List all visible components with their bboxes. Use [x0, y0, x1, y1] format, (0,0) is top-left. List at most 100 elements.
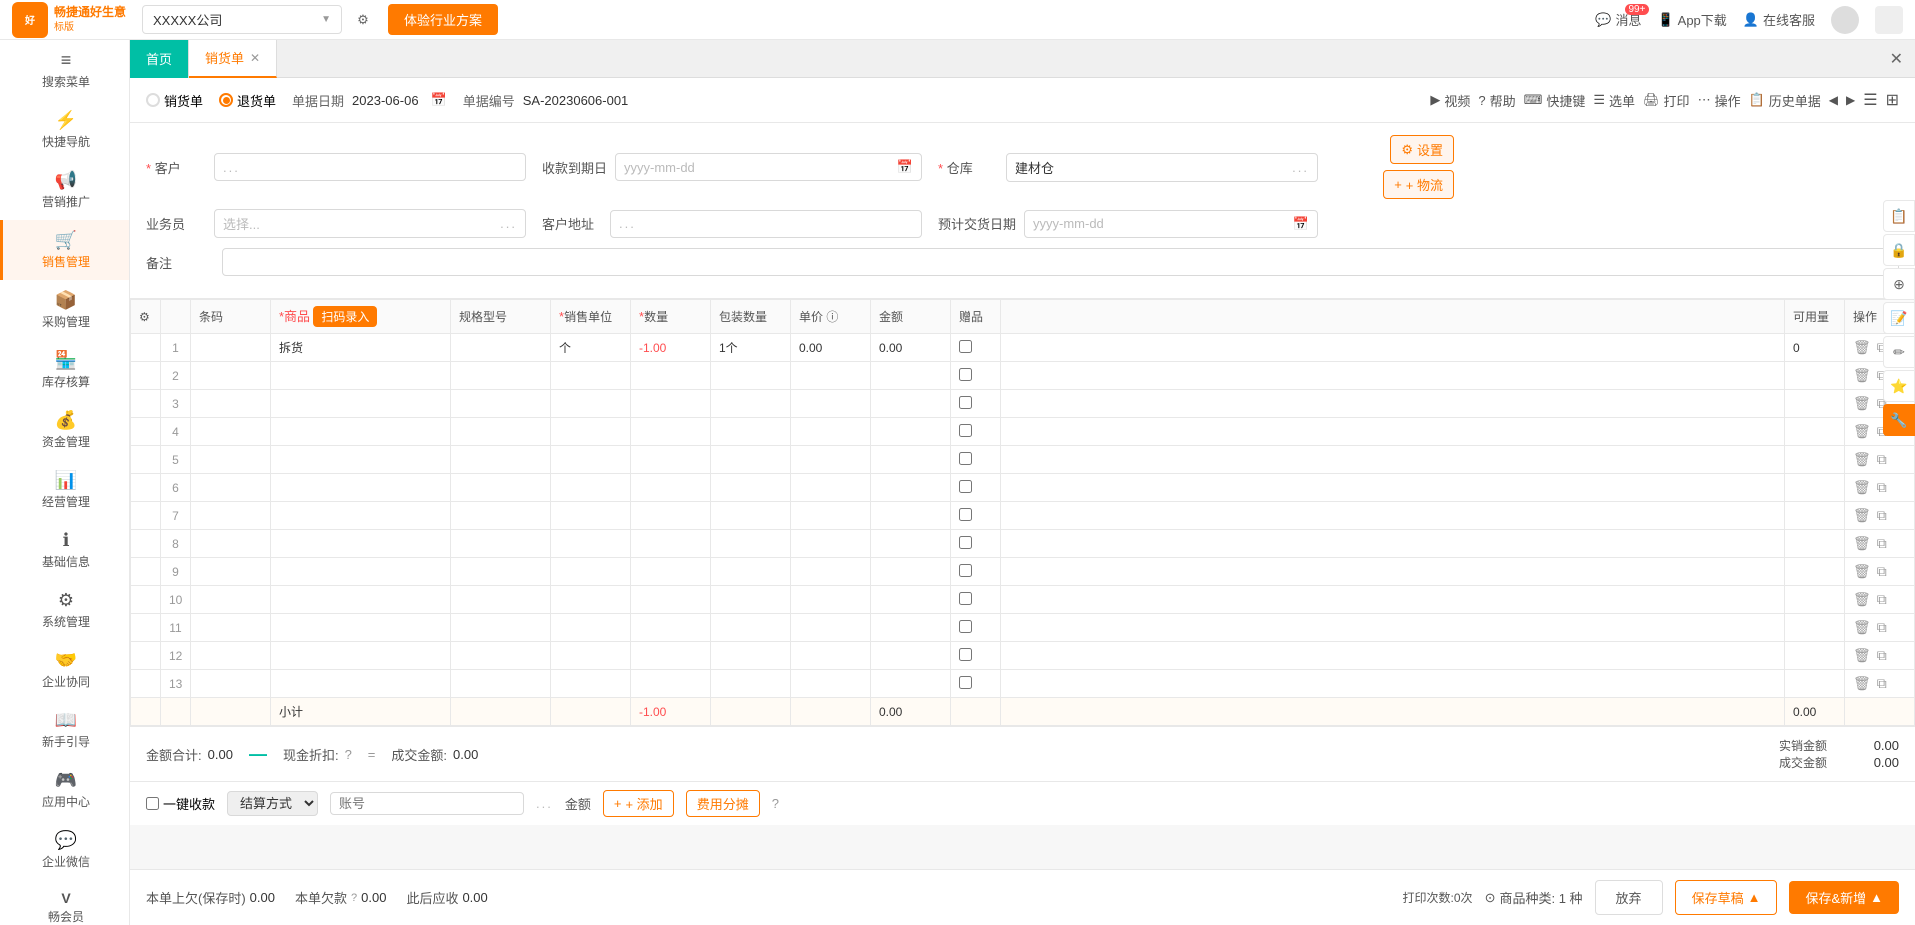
- delete-icon[interactable]: 🗑: [1853, 451, 1871, 468]
- copy-icon[interactable]: ⧉: [1877, 479, 1887, 496]
- help-button[interactable]: ? 帮助: [1478, 91, 1515, 110]
- product-1[interactable]: 拆货: [271, 334, 451, 362]
- delete-icon[interactable]: 🗑: [1853, 507, 1871, 524]
- list-view-button[interactable]: ☰: [1863, 90, 1877, 110]
- delete-icon[interactable]: 🗑: [1853, 647, 1871, 664]
- delete-icon[interactable]: 🗑: [1853, 423, 1871, 440]
- expected-date-calendar-icon[interactable]: 📅: [1293, 216, 1309, 232]
- spec-1[interactable]: [451, 334, 551, 362]
- video-button[interactable]: ▶ 视频: [1430, 91, 1470, 110]
- fee-help-icon[interactable]: ?: [772, 796, 779, 811]
- gift-checkbox[interactable]: [959, 396, 972, 409]
- gift-checkbox[interactable]: [959, 536, 972, 549]
- gift-checkbox[interactable]: [959, 592, 972, 605]
- th-settings[interactable]: ⚙: [131, 300, 161, 334]
- sidebar-item-inventory[interactable]: 🏪 库存核算: [0, 340, 129, 400]
- delete-icon[interactable]: 🗑: [1853, 367, 1871, 384]
- tab-close-icon[interactable]: ✕: [250, 51, 260, 65]
- float-lock-button[interactable]: 🔒: [1883, 234, 1915, 266]
- gift-checkbox[interactable]: [959, 564, 972, 577]
- copy-icon[interactable]: ⧉: [1877, 451, 1887, 468]
- sidebar-item-quicknav[interactable]: ⚡ 快捷导航: [0, 100, 129, 160]
- top-settings-button[interactable]: ⚙: [348, 5, 378, 35]
- one-click-checkbox-input[interactable]: [146, 797, 159, 810]
- barcode-1[interactable]: [191, 334, 271, 362]
- radio-sales-order[interactable]: 销货单: [146, 91, 203, 110]
- gift-checkbox[interactable]: [959, 620, 972, 633]
- history-button[interactable]: 📋 历史单据: [1749, 91, 1821, 110]
- fee-split-button[interactable]: 费用分摊: [686, 790, 760, 817]
- copy-icon[interactable]: ⧉: [1877, 675, 1887, 692]
- delete-icon[interactable]: 🗑: [1853, 675, 1871, 692]
- copy-icon[interactable]: ⧉: [1877, 507, 1887, 524]
- delete-icon[interactable]: 🗑: [1853, 619, 1871, 636]
- arrears-help-icon[interactable]: ?: [351, 892, 357, 904]
- save-new-button[interactable]: 保存&新增 ▲: [1789, 881, 1899, 914]
- due-date-input[interactable]: yyyy-mm-dd 📅: [615, 153, 922, 181]
- gift-checkbox[interactable]: [959, 508, 972, 521]
- price-1[interactable]: 0.00: [791, 334, 871, 362]
- delete-icon[interactable]: 🗑: [1853, 591, 1871, 608]
- delete-icon[interactable]: 🗑: [1853, 479, 1871, 496]
- try-solution-button[interactable]: 体验行业方案: [388, 4, 498, 35]
- qty-1[interactable]: -1.00: [631, 334, 711, 362]
- gift-checkbox-1[interactable]: [959, 340, 972, 353]
- delete-icon[interactable]: 🗑: [1853, 535, 1871, 552]
- add-payment-button[interactable]: + + 添加: [603, 790, 674, 817]
- save-draft-button[interactable]: 保存草稿 ▲: [1675, 880, 1778, 915]
- due-date-calendar-icon[interactable]: 📅: [897, 159, 913, 175]
- operations-button[interactable]: ⋯ 操作: [1698, 91, 1741, 110]
- user-avatar[interactable]: [1831, 6, 1859, 34]
- prev-record-button[interactable]: ◀: [1829, 93, 1838, 107]
- sidebar-item-member[interactable]: V 畅会员: [0, 880, 129, 925]
- sidebar-item-marketing[interactable]: 📢 营销推广: [0, 160, 129, 220]
- sidebar-item-search[interactable]: ≡ 搜索菜单: [0, 40, 129, 100]
- float-note-button[interactable]: 📝: [1883, 302, 1915, 334]
- sidebar-item-finance[interactable]: 💰 资金管理: [0, 400, 129, 460]
- float-pencil-button[interactable]: ✏: [1883, 336, 1915, 368]
- delete-icon[interactable]: 🗑: [1853, 563, 1871, 580]
- print-button[interactable]: 🖨 打印: [1643, 91, 1690, 110]
- sidebar-item-basic[interactable]: ℹ 基础信息: [0, 520, 129, 580]
- float-wrench-button[interactable]: 🔧: [1883, 404, 1915, 436]
- sidebar-item-enterprise[interactable]: 🤝 企业协同: [0, 640, 129, 700]
- calendar-icon[interactable]: 📅: [431, 92, 447, 108]
- discount-help-icon[interactable]: ?: [345, 747, 352, 762]
- copy-icon[interactable]: ⧉: [1877, 535, 1887, 552]
- delete-icon[interactable]: 🗑: [1853, 395, 1871, 412]
- shortcut-button[interactable]: ⌨ 快捷键: [1524, 91, 1586, 110]
- sidebar-item-appstore[interactable]: 🎮 应用中心: [0, 760, 129, 820]
- copy-icon[interactable]: ⧉: [1877, 619, 1887, 636]
- sidebar-item-sales[interactable]: 🛒 销售管理: [0, 220, 129, 280]
- scan-button[interactable]: 扫码录入: [313, 306, 377, 327]
- unit-1[interactable]: 个: [551, 334, 631, 362]
- message-button[interactable]: 💬 消息 99+: [1595, 10, 1641, 29]
- warehouse-input[interactable]: 建材仓 ...: [1006, 153, 1318, 182]
- customer-address-input[interactable]: ...: [610, 210, 922, 238]
- grid-view-button[interactable]: ⊞: [1886, 90, 1899, 110]
- select-button[interactable]: ☰ 选单: [1593, 91, 1635, 110]
- company-selector[interactable]: XXXXX公司 ▼: [142, 5, 342, 34]
- sidebar-item-wechat[interactable]: 💬 企业微信: [0, 820, 129, 880]
- settings-button[interactable]: ⚙ 设置: [1390, 135, 1454, 164]
- sidebar-item-management[interactable]: 📊 经营管理: [0, 460, 129, 520]
- radio-return-order[interactable]: 退货单: [219, 91, 276, 110]
- amount-1[interactable]: 0.00: [871, 334, 951, 362]
- next-record-button[interactable]: ▶: [1846, 93, 1855, 107]
- copy-icon[interactable]: ⧉: [1877, 647, 1887, 664]
- app-download-button[interactable]: 📱 App下载: [1657, 10, 1726, 29]
- calc-method-select[interactable]: 结算方式: [227, 791, 318, 816]
- abandon-button[interactable]: 放弃: [1595, 880, 1663, 915]
- one-click-payment-checkbox[interactable]: 一键收款: [146, 794, 215, 813]
- gift-checkbox[interactable]: [959, 480, 972, 493]
- bank-account-input[interactable]: [330, 792, 524, 815]
- gift-checkbox[interactable]: [959, 676, 972, 689]
- gift-checkbox[interactable]: [959, 368, 972, 381]
- close-all-tabs-button[interactable]: ✕: [1878, 49, 1915, 69]
- copy-icon[interactable]: ⧉: [1877, 563, 1887, 580]
- gift-checkbox[interactable]: [959, 648, 972, 661]
- copy-icon[interactable]: ⧉: [1877, 591, 1887, 608]
- tab-sales-order[interactable]: 销货单 ✕: [189, 40, 277, 78]
- float-clipboard-button[interactable]: 📋: [1883, 200, 1915, 232]
- gift-1[interactable]: [951, 334, 1001, 362]
